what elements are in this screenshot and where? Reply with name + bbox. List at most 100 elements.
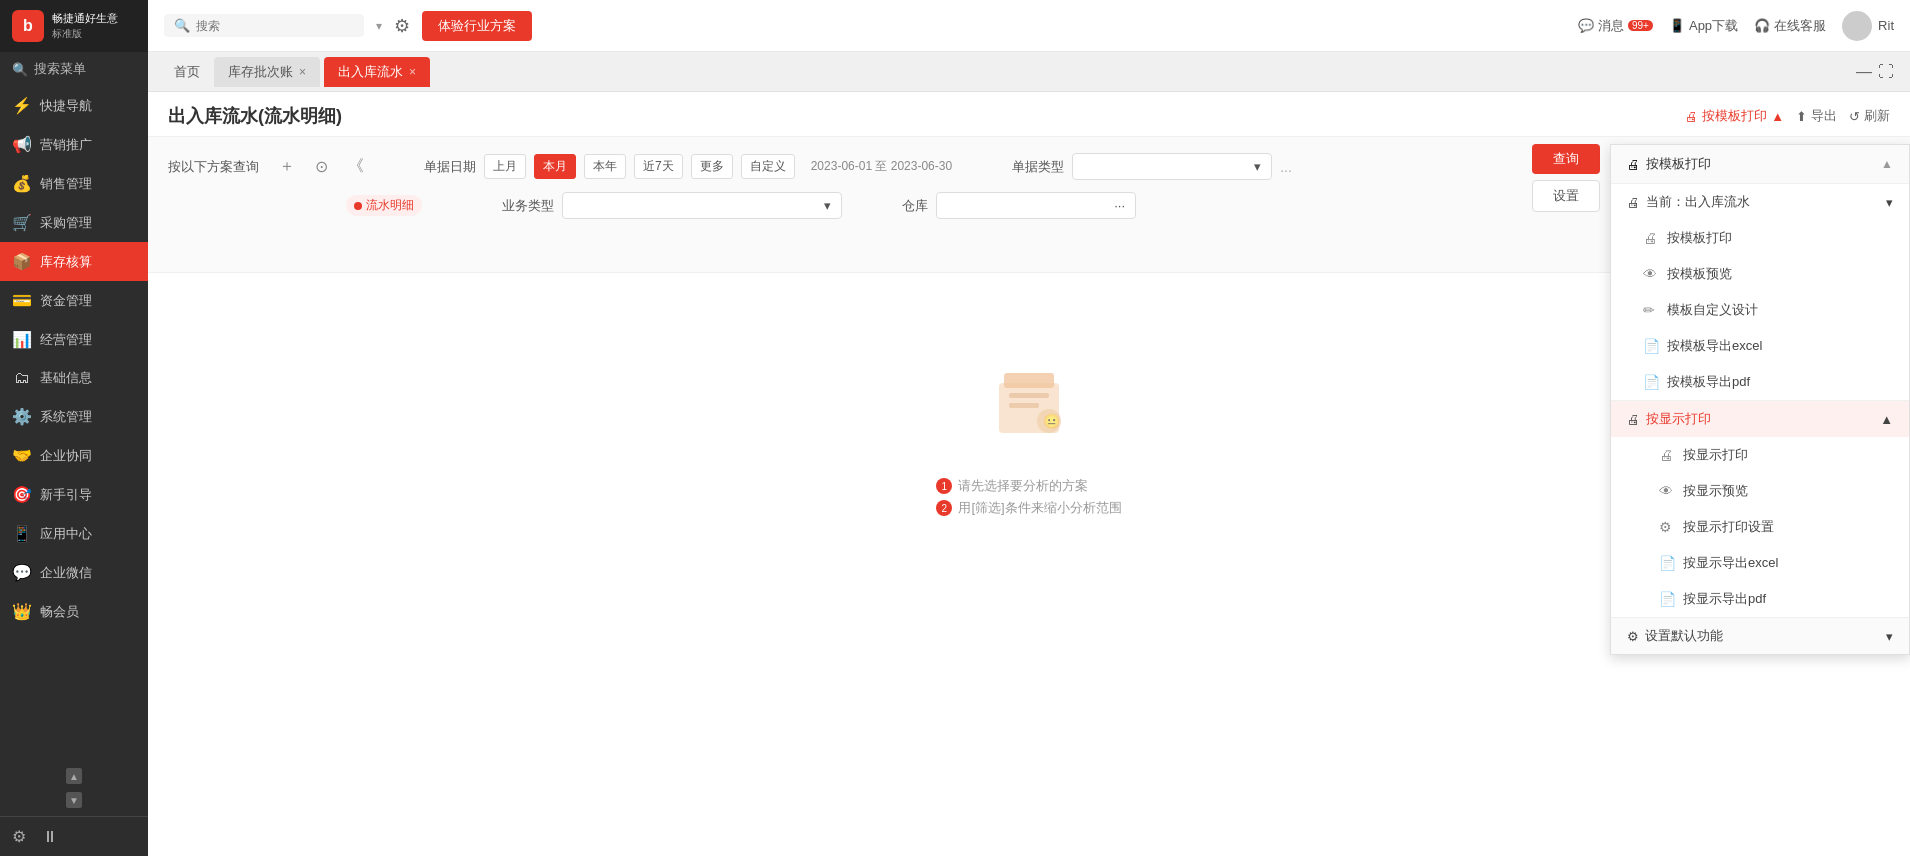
dropdown-footer[interactable]: ⚙ 设置默认功能 ▾ xyxy=(1611,617,1909,654)
window-minimize-btn[interactable]: — xyxy=(1856,63,1872,81)
print-chevron-up: ▲ xyxy=(1771,109,1784,124)
date-btn-this-month[interactable]: 本月 xyxy=(534,154,576,179)
scroll-down-btn[interactable]: ▼ xyxy=(66,792,82,808)
header-actions: 💬 消息 99+ 📱 App下载 🎧 在线客服 Rit xyxy=(1578,11,1894,41)
user-info[interactable]: Rit xyxy=(1842,11,1894,41)
svg-rect-2 xyxy=(1009,393,1049,398)
sidebar-item-guide[interactable]: 🎯 新手引导 xyxy=(0,475,148,514)
tab-home-label: 首页 xyxy=(174,64,200,79)
tab-batch-account-close[interactable]: × xyxy=(299,65,306,79)
sidebar-item-operations[interactable]: 📊 经营管理 xyxy=(0,320,148,359)
header-settings-icon[interactable]: ⚙ xyxy=(394,15,410,37)
dropdown-template-custom[interactable]: ✏ 模板自定义设计 xyxy=(1611,292,1909,328)
dropdown-template-preview[interactable]: 👁 按模板预览 xyxy=(1611,256,1909,292)
enterprise-icon: 🤝 xyxy=(12,446,32,465)
dropdown-current-item[interactable]: 🖨 当前：出入库流水 ▾ xyxy=(1611,184,1909,220)
add-filter-btn[interactable]: ＋ xyxy=(279,156,295,177)
date-btn-last-month[interactable]: 上月 xyxy=(484,154,526,179)
page-content: 出入库流水(流水明细) 🖨 按模板打印 ▲ ⬆ 导出 ↺ 刷新 xyxy=(148,92,1910,856)
current-chevron: ▾ xyxy=(1886,195,1893,210)
display-section-label: 按显示打印 xyxy=(1646,410,1711,428)
display-settings-icon: ⚙ xyxy=(1659,519,1675,535)
app-download-action[interactable]: 📱 App下载 xyxy=(1669,17,1738,35)
collapse-bottom-icon[interactable]: ⏸ xyxy=(42,828,58,846)
username: Rit xyxy=(1878,18,1894,33)
template-custom-label: 模板自定义设计 xyxy=(1667,301,1758,319)
sidebar-search[interactable]: 🔍 搜索菜单 xyxy=(0,52,148,86)
sidebar-item-app-center[interactable]: 📱 应用中心 xyxy=(0,514,148,553)
display-section-header[interactable]: 🖨 按显示打印 ▲ xyxy=(1611,400,1909,437)
biz-type-select[interactable]: ▾ xyxy=(562,192,842,219)
tab-flow[interactable]: 出入库流水 × xyxy=(324,57,430,87)
header-search-chevron[interactable]: ▾ xyxy=(376,19,382,33)
date-btn-more[interactable]: 更多 xyxy=(691,154,733,179)
header-search-input[interactable] xyxy=(196,19,336,33)
scroll-up-btn[interactable]: ▲ xyxy=(66,768,82,784)
collapse-filter-btn[interactable]: 《 xyxy=(348,156,364,177)
doc-type-select[interactable]: ▾ xyxy=(1072,153,1272,180)
sidebar-item-marketing[interactable]: 📢 营销推广 xyxy=(0,125,148,164)
sidebar-item-inventory[interactable]: 📦 库存核算 xyxy=(0,242,148,281)
trial-btn[interactable]: 体验行业方案 xyxy=(422,11,532,41)
app-logo: b 畅捷通好生意 标准版 xyxy=(0,0,148,52)
dropdown-display-preview[interactable]: 👁 按显示预览 xyxy=(1611,473,1909,509)
refresh-action-btn[interactable]: ↺ 刷新 xyxy=(1849,107,1890,125)
dropdown-template-excel[interactable]: 📄 按模板导出excel xyxy=(1611,328,1909,364)
sidebar-item-purchase[interactable]: 🛒 采购管理 xyxy=(0,203,148,242)
dropdown-display-excel[interactable]: 📄 按显示导出excel xyxy=(1611,545,1909,581)
print-label: 按模板打印 xyxy=(1702,107,1767,125)
warehouse-select[interactable]: ··· xyxy=(936,192,1136,219)
sidebar-item-base[interactable]: 🗂 基础信息 xyxy=(0,359,148,397)
messages-badge: 99+ xyxy=(1628,20,1653,31)
logo-icon: b xyxy=(12,10,44,42)
display-print-icon: 🖨 xyxy=(1659,447,1675,463)
dropdown-display-pdf[interactable]: 📄 按显示导出pdf xyxy=(1611,581,1909,617)
display-preview-icon: 👁 xyxy=(1659,483,1675,499)
online-service-action[interactable]: 🎧 在线客服 xyxy=(1754,17,1826,35)
system-label: 系统管理 xyxy=(40,408,92,426)
doc-type-more[interactable]: ... xyxy=(1280,159,1292,175)
sidebar-item-sales[interactable]: 💰 销售管理 xyxy=(0,164,148,203)
sidebar-item-finance[interactable]: 💳 资金管理 xyxy=(0,281,148,320)
dropdown-template-print[interactable]: 🖨 按模板打印 xyxy=(1611,220,1909,256)
sidebar-item-wechat[interactable]: 💬 企业微信 xyxy=(0,553,148,592)
display-section-icon: 🖨 xyxy=(1627,412,1640,427)
messages-action[interactable]: 💬 消息 99+ xyxy=(1578,17,1653,35)
refresh-icon: ↺ xyxy=(1849,109,1860,124)
tab-window-controls: — ⛶ xyxy=(1856,63,1894,81)
window-maximize-btn[interactable]: ⛶ xyxy=(1878,63,1894,81)
tab-flow-close[interactable]: × xyxy=(409,65,416,79)
sidebar-item-vip[interactable]: 👑 畅会员 xyxy=(0,592,148,631)
query-button[interactable]: 查询 xyxy=(1532,144,1600,174)
vip-icon: 👑 xyxy=(12,602,32,621)
settings-filter-btn[interactable]: ⊙ xyxy=(315,157,328,176)
display-settings-label: 按显示打印设置 xyxy=(1683,518,1774,536)
display-excel-icon: 📄 xyxy=(1659,555,1675,571)
flow-type-tag: 流水明细 xyxy=(346,195,422,216)
dropdown-collapse-btn[interactable]: ▲ xyxy=(1881,157,1893,171)
messages-label: 消息 xyxy=(1598,17,1624,35)
date-btn-7days[interactable]: 近7天 xyxy=(634,154,683,179)
date-btn-custom[interactable]: 自定义 xyxy=(741,154,795,179)
sidebar-item-quick-nav[interactable]: ⚡ 快捷导航 xyxy=(0,86,148,125)
settings-button[interactable]: 设置 xyxy=(1532,180,1600,212)
settings-bottom-icon[interactable]: ⚙ xyxy=(12,827,26,846)
base-label: 基础信息 xyxy=(40,369,92,387)
dropdown-template-pdf[interactable]: 📄 按模板导出pdf xyxy=(1611,364,1909,400)
dropdown-display-settings[interactable]: ⚙ 按显示打印设置 xyxy=(1611,509,1909,545)
base-icon: 🗂 xyxy=(12,369,32,387)
export-action-btn[interactable]: ⬆ 导出 xyxy=(1796,107,1837,125)
header-search-box[interactable]: 🔍 xyxy=(164,14,364,37)
print-action-btn[interactable]: 🖨 按模板打印 ▲ xyxy=(1685,107,1784,125)
template-custom-icon: ✏ xyxy=(1643,302,1659,318)
sidebar-item-system[interactable]: ⚙️ 系统管理 xyxy=(0,397,148,436)
date-range-display: 2023-06-01 至 2023-06-30 xyxy=(811,158,952,175)
dropdown-header: 🖨 按模板打印 ▲ xyxy=(1611,145,1909,184)
date-btn-this-year[interactable]: 本年 xyxy=(584,154,626,179)
search-icon: 🔍 xyxy=(12,62,28,77)
dropdown-display-print[interactable]: 🖨 按显示打印 xyxy=(1611,437,1909,473)
tab-home[interactable]: 首页 xyxy=(164,57,210,87)
tab-batch-account[interactable]: 库存批次账 × xyxy=(214,57,320,87)
sidebar-item-enterprise[interactable]: 🤝 企业协同 xyxy=(0,436,148,475)
warehouse-more[interactable]: ··· xyxy=(1114,198,1125,213)
